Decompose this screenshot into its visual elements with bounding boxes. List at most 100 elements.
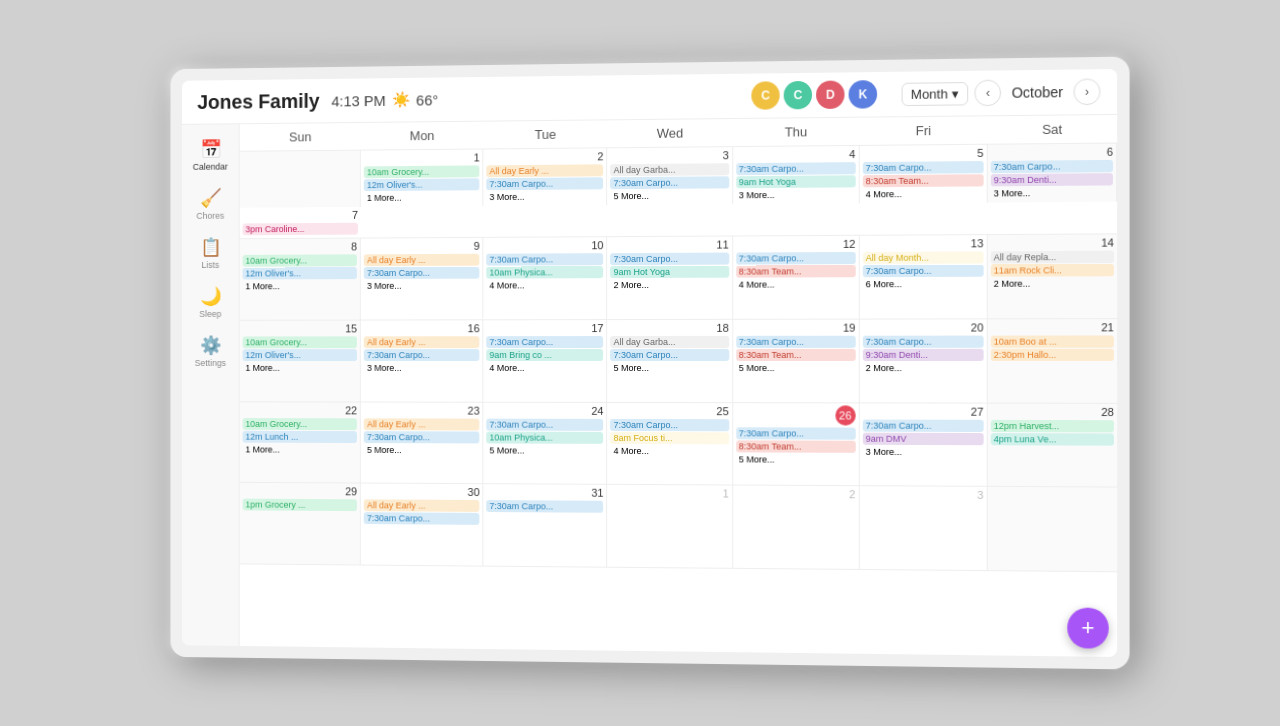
calendar-event[interactable]: 10am Boo at ... — [991, 335, 1114, 347]
calendar-event[interactable]: 7:30am Carpo... — [364, 513, 480, 526]
calendar-event[interactable]: 11am Rock Cli... — [991, 264, 1114, 277]
calendar-event[interactable]: 9am Hot Yoga — [736, 175, 856, 188]
more-events-link[interactable]: 5 More... — [487, 444, 604, 456]
calendar-cell[interactable]: 2 — [733, 486, 860, 569]
more-events-link[interactable]: 5 More... — [611, 189, 729, 202]
calendar-event[interactable]: 7:30am Carpo... — [863, 161, 984, 174]
calendar-event[interactable]: 10am Grocery... — [243, 418, 357, 430]
calendar-event[interactable]: 7:30am Carpo... — [611, 253, 729, 266]
calendar-event[interactable]: 7:30am Carpo... — [736, 336, 856, 348]
calendar-cell[interactable]: 3All day Garba...7:30am Carpo...5 More..… — [608, 147, 733, 205]
more-events-link[interactable]: 1 More... — [243, 362, 357, 374]
sidebar-item-sleep[interactable]: 🌙 Sleep — [182, 279, 239, 324]
calendar-event[interactable]: 7:30am Carpo... — [364, 267, 480, 279]
calendar-event[interactable]: 7:30am Carpo... — [863, 335, 984, 347]
calendar-event[interactable]: 7:30am Carpo... — [611, 349, 729, 361]
calendar-event[interactable]: 10am Physica... — [487, 431, 604, 443]
more-events-link[interactable]: 5 More... — [736, 453, 856, 466]
calendar-event[interactable]: All day Repla... — [991, 251, 1114, 264]
more-events-link[interactable]: 3 More... — [736, 188, 856, 201]
add-event-button[interactable]: + — [1067, 607, 1109, 648]
calendar-event[interactable]: 7:30am Carpo... — [364, 431, 480, 443]
calendar-cell[interactable]: 2210am Grocery...12m Lunch ...1 More... — [240, 402, 361, 483]
sidebar-item-settings[interactable]: ⚙️ Settings — [182, 329, 239, 374]
calendar-event[interactable]: 10am Grocery... — [364, 165, 480, 178]
calendar-event[interactable]: 7:30am Carpo... — [364, 349, 480, 361]
more-events-link[interactable]: 4 More... — [611, 444, 729, 456]
calendar-event[interactable]: 7:30am Carpo... — [736, 162, 856, 175]
calendar-cell[interactable]: 207:30am Carpo...9:30am Denti...2 More..… — [859, 319, 987, 402]
calendar-cell[interactable]: 47:30am Carpo...9am Hot Yoga3 More... — [733, 146, 860, 204]
more-events-link[interactable]: 4 More... — [863, 187, 984, 200]
sidebar-item-lists[interactable]: 📋 Lists — [182, 230, 239, 275]
calendar-cell[interactable]: 18All day Garba...7:30am Carpo...5 More.… — [608, 320, 733, 402]
calendar-event[interactable]: 7:30am Carpo... — [487, 418, 604, 430]
calendar-cell[interactable]: 23All day Early ...7:30am Carpo...5 More… — [361, 402, 484, 483]
calendar-event[interactable]: 7:30am Carpo... — [736, 427, 856, 439]
calendar-cell[interactable]: 117:30am Carpo...9am Hot Yoga2 More... — [608, 236, 733, 318]
more-events-link[interactable]: 4 More... — [487, 279, 604, 291]
calendar-cell[interactable]: 67:30am Carpo...9:30am Denti...3 More... — [988, 144, 1118, 203]
calendar-event[interactable]: 7:30am Carpo... — [487, 500, 604, 513]
calendar-event[interactable]: 4pm Luna Ve... — [991, 433, 1114, 446]
avatar[interactable]: C — [751, 81, 779, 109]
calendar-cell[interactable]: 267:30am Carpo...8:30am Team...5 More... — [733, 403, 860, 486]
calendar-cell[interactable]: 73pm Caroline... — [240, 207, 361, 238]
sidebar-item-calendar[interactable]: 📅 Calendar — [182, 132, 239, 178]
next-button[interactable]: › — [1073, 78, 1100, 105]
calendar-cell[interactable]: 197:30am Carpo...8:30am Team...5 More... — [733, 319, 860, 402]
more-events-link[interactable]: 5 More... — [364, 444, 480, 456]
more-events-link[interactable]: 1 More... — [243, 280, 357, 292]
calendar-event[interactable]: 12m Lunch ... — [243, 430, 357, 442]
calendar-event[interactable]: 8:30am Team... — [863, 174, 984, 187]
more-events-link[interactable]: 1 More... — [243, 443, 357, 455]
calendar-cell[interactable]: 57:30am Carpo...8:30am Team...4 More... — [859, 145, 987, 204]
sidebar-item-chores[interactable]: 🧹 Chores — [182, 181, 239, 227]
calendar-cell[interactable]: 14All day Repla...11am Rock Cli...2 More… — [988, 234, 1118, 318]
calendar-cell[interactable]: 317:30am Carpo... — [484, 485, 608, 567]
calendar-cell[interactable]: 2110am Boo at ...2:30pm Hallo... — [988, 319, 1118, 403]
calendar-cell[interactable]: 2All day Early ...7:30am Carpo...3 More.… — [484, 148, 608, 206]
calendar-event[interactable]: 12m Oliver's... — [243, 349, 357, 361]
avatar[interactable]: C — [784, 81, 812, 110]
calendar-event[interactable]: 12m Oliver's... — [243, 267, 357, 279]
prev-button[interactable]: ‹ — [975, 80, 1002, 107]
calendar-event[interactable]: All day Month... — [863, 251, 984, 264]
calendar-cell[interactable]: 277:30am Carpo...9am DMV3 More... — [859, 403, 987, 486]
more-events-link[interactable]: 4 More... — [736, 278, 856, 290]
calendar-cell[interactable]: 9All day Early ...7:30am Carpo...3 More.… — [361, 238, 484, 319]
calendar-cell[interactable] — [988, 487, 1118, 571]
calendar-cell[interactable]: 257:30am Carpo...8am Focus ti...4 More..… — [608, 403, 733, 485]
more-events-link[interactable]: 2 More... — [991, 277, 1114, 290]
calendar-event[interactable]: 7:30am Carpo... — [611, 176, 729, 189]
calendar-event[interactable]: 7:30am Carpo... — [991, 160, 1113, 173]
more-events-link[interactable]: 6 More... — [863, 278, 984, 291]
calendar-event[interactable]: 12m Oliver's... — [364, 178, 480, 191]
calendar-event[interactable]: 7:30am Carpo... — [863, 265, 984, 278]
calendar-event[interactable]: 10am Grocery... — [243, 254, 357, 266]
calendar-cell[interactable]: 3 — [859, 487, 987, 571]
calendar-cell[interactable]: 110am Grocery...12m Oliver's...1 More... — [361, 149, 484, 206]
more-events-link[interactable]: 3 More... — [991, 186, 1113, 199]
more-events-link[interactable]: 3 More... — [863, 445, 984, 458]
calendar-event[interactable]: 3pm Caroline... — [243, 223, 358, 236]
calendar-event[interactable]: All day Garba... — [611, 336, 729, 348]
calendar-cell[interactable]: 810am Grocery...12m Oliver's...1 More... — [240, 239, 361, 320]
more-events-link[interactable]: 3 More... — [364, 280, 480, 292]
calendar-cell[interactable]: 13All day Month...7:30am Carpo...6 More.… — [859, 235, 987, 318]
calendar-event[interactable]: 10am Physica... — [487, 266, 604, 278]
calendar-event[interactable]: 8am Focus ti... — [611, 432, 729, 444]
calendar-event[interactable]: All day Early ... — [364, 500, 480, 513]
calendar-event[interactable]: 8:30am Team... — [736, 349, 856, 361]
calendar-event[interactable]: 7:30am Carpo... — [487, 177, 604, 190]
view-dropdown[interactable]: Month ▾ — [902, 82, 969, 106]
avatar[interactable]: D — [816, 80, 844, 109]
more-events-link[interactable]: 1 More... — [364, 191, 480, 204]
calendar-event[interactable]: All day Early ... — [364, 336, 480, 348]
calendar-cell[interactable]: 2812pm Harvest...4pm Luna Ve... — [988, 403, 1118, 487]
calendar-cell[interactable] — [240, 151, 361, 208]
calendar-event[interactable]: All day Garba... — [611, 163, 729, 176]
calendar-event[interactable]: 9am Bring co ... — [487, 349, 604, 361]
more-events-link[interactable]: 2 More... — [863, 362, 984, 374]
calendar-cell[interactable]: 107:30am Carpo...10am Physica...4 More..… — [484, 237, 608, 319]
